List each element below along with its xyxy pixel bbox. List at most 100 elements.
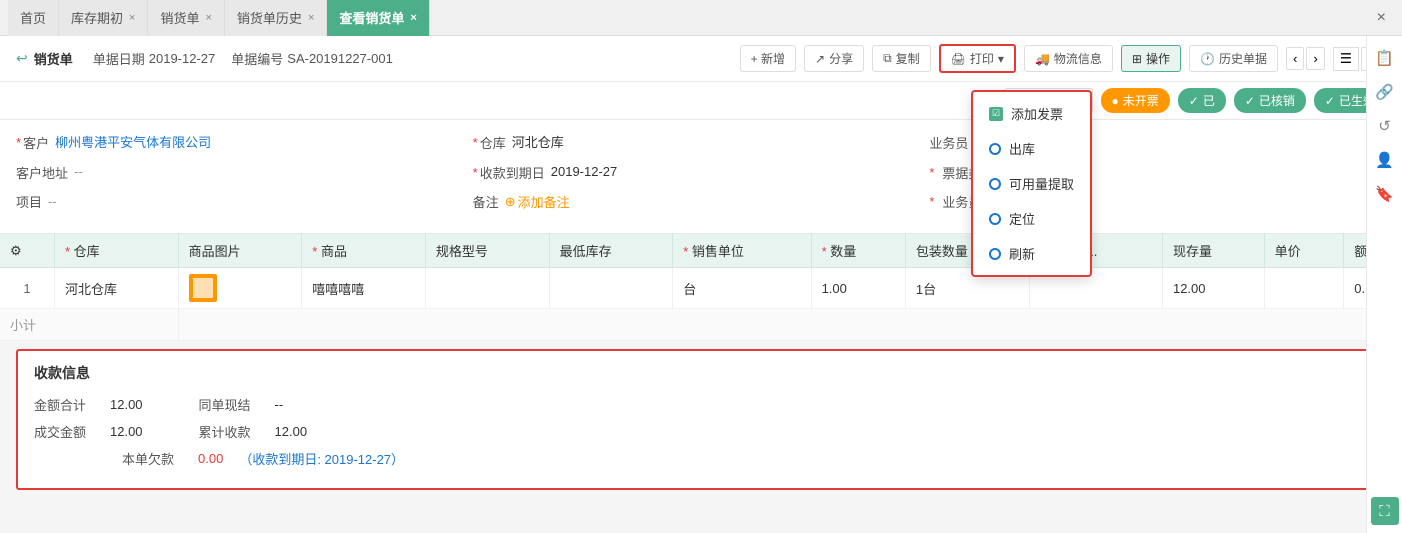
col-settings[interactable]: ⚙ [0,234,54,268]
col-product: * 商品 [302,234,426,268]
outbound-icon [989,143,1001,155]
table-header-row: ⚙ * 仓库 商品图片 * 商品 规格型号 最低库存 * 销售单位 * 数量 包… [0,234,1402,268]
new-button[interactable]: + 新增 [740,45,796,72]
add-invoice-icon: ☑ [989,107,1003,121]
total-label: 金额合计 [34,395,94,414]
settlement-label: 同单现结 [199,395,259,414]
balance-label: 本单欠款 [122,449,182,468]
form-row-1: * 客户 柳州粤港平安气体有限公司 * 仓库 河北仓库 业务员 演示账号 [16,132,1386,152]
customer-label: 客户 [23,133,49,152]
address-field: 客户地址 -- [16,163,473,182]
sidebar-bookmark-icon[interactable]: 🔖 [1371,180,1399,208]
cumulative-value: 12.00 [275,424,308,439]
check-button[interactable]: ✓ 已 [1178,88,1226,113]
row-stock: 12.00 [1162,268,1264,309]
copy-button[interactable]: ⧉ 复制 [872,45,931,72]
dropdown-outbound[interactable]: 出库 [973,131,1090,166]
add-note-icon: ⊕ [505,194,516,210]
col-unit-price: 单价 [1264,234,1344,268]
list-view-button[interactable]: ☰ [1333,47,1359,71]
cancelled-button[interactable]: ✓ 已核销 [1234,88,1306,113]
products-table: ⚙ * 仓库 商品图片 * 商品 规格型号 最低库存 * 销售单位 * 数量 包… [0,234,1402,341]
payment-row-total: 金额合计 12.00 同单现结 -- [34,395,404,414]
dropdown-refresh[interactable]: 刷新 [973,236,1090,271]
customer-required: * [16,135,21,150]
share-button[interactable]: ↗ 分享 [804,45,864,72]
project-value: -- [48,194,57,210]
number-value: SA-20191227-001 [287,51,393,66]
next-arrow[interactable]: › [1306,47,1324,70]
row-spec [425,268,549,309]
col-product-img: 商品图片 [178,234,302,268]
add-note-button[interactable]: ⊕ 添加备注 [505,192,570,211]
warehouse-required: * [473,135,478,150]
form-area: * 客户 柳州粤港平安气体有限公司 * 仓库 河北仓库 业务员 演示账号 客户地… [0,120,1402,234]
history-button[interactable]: 🕐 历史单据 [1189,45,1278,72]
tab-home[interactable]: 首页 [8,0,59,36]
form-row-3: 项目 -- 备注 ⊕ 添加备注 * 业务员盂 -- [16,192,1386,211]
total-value: 12.00 [110,397,143,412]
balance-value: 0.00 [198,451,223,466]
doc-meta: 单据日期 2019-12-27 单据编号 SA-20191227-001 [93,49,393,68]
unopened-button[interactable]: ● 未开票 [1101,88,1170,113]
balance-note: （收款到期日: 2019-12-27） [239,449,404,468]
payment-date-field: * 收款到期日 2019-12-27 [473,163,930,182]
sidebar-user-icon[interactable]: 👤 [1371,146,1399,174]
payment-row-balance: 本单欠款 0.00 （收款到期日: 2019-12-27） [34,449,404,468]
address-label: 客户地址 [16,163,68,182]
warehouse-value[interactable]: 河北仓库 [512,132,564,152]
check-icon: ✓ [1189,94,1199,108]
payment-row-transaction: 成交金额 12.00 累计收款 12.00 [34,422,404,441]
ticket-icon: ● [1112,94,1119,108]
warehouse-field: * 仓库 河北仓库 [473,132,930,152]
tab-close-view[interactable]: × [410,12,416,24]
date-value: 2019-12-27 [149,51,216,66]
dropdown-locate[interactable]: 定位 [973,201,1090,236]
col-stock: 现存量 [1162,234,1264,268]
row-unit-price [1264,268,1344,309]
customer-field: * 客户 柳州粤港平安气体有限公司 [16,132,473,152]
operations-button[interactable]: ⊞ 操作 [1121,45,1181,72]
tab-close-history[interactable]: × [308,12,314,24]
subtotal-row: 小计 [0,309,1402,341]
sidebar-link-icon[interactable]: 🔗 [1371,78,1399,106]
sidebar-refresh-icon[interactable]: ↺ [1371,112,1399,140]
number-label: 单据编号 [231,49,283,68]
transaction-value: 12.00 [110,424,143,439]
print-button[interactable]: 🖨 打印 ▾ [939,44,1016,73]
effective-icon: ✓ [1325,94,1335,108]
payment-title: 收款信息 [34,363,404,383]
table-row: 1 河北仓库 嘻嘻嘻嘻 台 1.00 1台 12.00 0. [0,268,1402,309]
dropdown-add-invoice[interactable]: ☑ 添加发票 [973,96,1090,131]
tab-close-sales[interactable]: × [205,12,211,24]
tab-sales-history[interactable]: 销货单历史 × [225,0,327,36]
customer-value[interactable]: 柳州粤港平安气体有限公司 [55,132,211,152]
tab-close-inventory[interactable]: × [129,12,135,24]
subtotal-value [178,309,1401,341]
doc-title: 销货单 [34,49,73,68]
history-icon: 🕐 [1200,52,1215,66]
copy-icon: ⧉ [883,51,892,66]
tab-sales-order[interactable]: 销货单 × [148,0,224,36]
sidebar-expand-icon[interactable]: ⛶ [1371,497,1399,525]
doc-icon: ↩ [16,50,28,67]
global-close-button[interactable]: × [1369,9,1394,27]
cancelled-icon: ✓ [1245,94,1255,108]
sidebar-edit-icon[interactable]: 📋 [1371,44,1399,72]
payment-panel: 收款信息 金额合计 12.00 同单现结 -- 成交金额 12.00 累计收款 … [16,349,1386,490]
share-icon: ↗ [815,52,825,66]
logistics-button[interactable]: 🚚 物流信息 [1024,45,1113,72]
staff-label: 业务员 [929,133,968,152]
operations-icon: ⊞ [1132,52,1142,66]
payment-date-value[interactable]: 2019-12-27 [551,164,618,180]
payment-date-label: 收款到期日 [480,163,545,182]
date-label: 单据日期 [93,49,145,68]
prev-arrow[interactable]: ‹ [1286,47,1304,70]
address-value: -- [74,164,83,180]
tab-view-sales[interactable]: 查看销货单 × [327,0,429,36]
tab-inventory-init[interactable]: 库存期初 × [59,0,148,36]
right-sidebar: 📋 🔗 ↺ 👤 🔖 ⛶ [1366,36,1402,533]
dropdown-available-qty[interactable]: 可用量提取 [973,166,1090,201]
project-label: 项目 [16,192,42,211]
product-image [189,274,217,302]
